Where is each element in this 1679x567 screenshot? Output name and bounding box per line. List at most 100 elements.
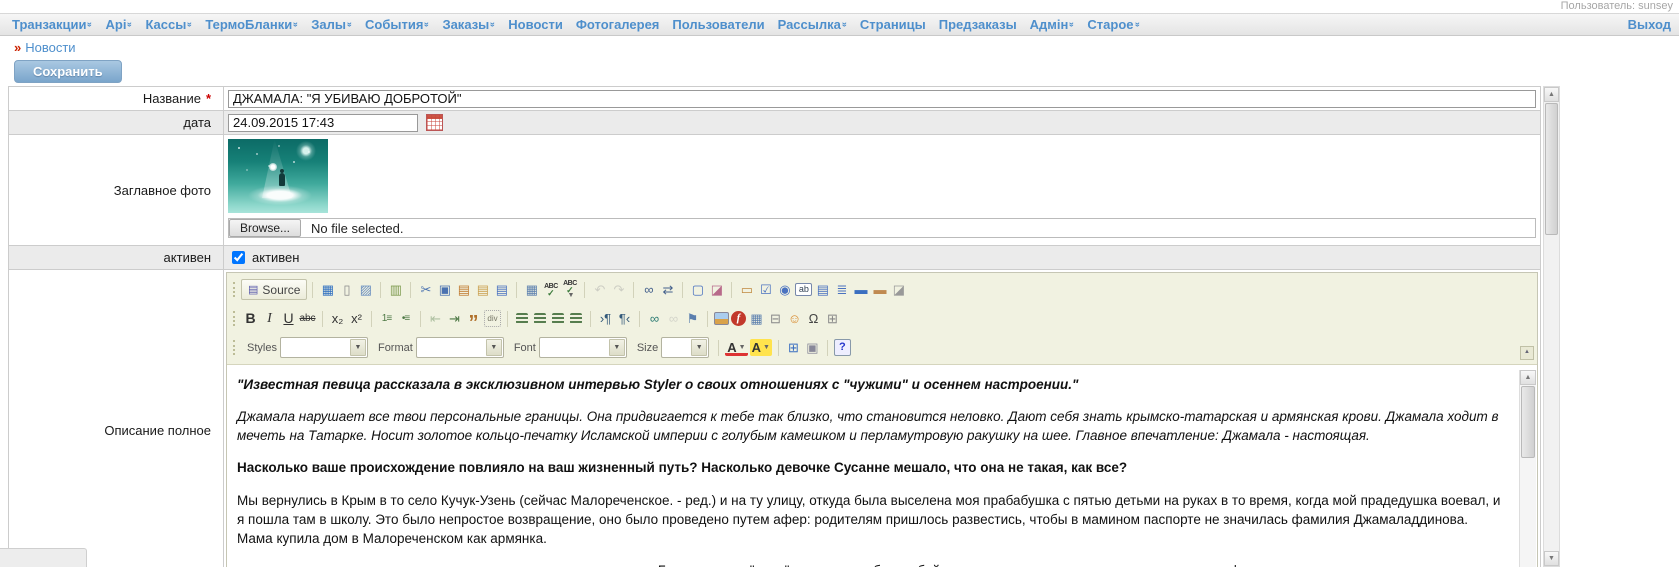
nav-item-4[interactable]: Залы»	[311, 17, 355, 32]
editor-scrollbar[interactable]: ▲	[1519, 370, 1536, 567]
subscript-icon[interactable]: x₂	[329, 310, 346, 327]
strike-icon[interactable]: abc	[299, 310, 316, 327]
photo-row: Заглавное фото Browse... No file selecte…	[9, 135, 1540, 246]
source-button[interactable]: ▤ Source	[241, 279, 308, 300]
preview-icon[interactable]: ▨	[357, 281, 374, 298]
save-button[interactable]: Сохранить	[14, 60, 122, 83]
paste-text-icon[interactable]: ▤	[474, 281, 491, 298]
hidden-field-icon[interactable]: ◪	[890, 281, 907, 298]
align-center-icon[interactable]	[534, 313, 546, 324]
superscript-icon[interactable]: x²	[348, 310, 365, 327]
link-icon[interactable]: ∞	[646, 310, 663, 327]
select-all-icon[interactable]: ▢	[689, 281, 706, 298]
maximize-icon[interactable]: ⊞	[785, 339, 802, 356]
image-button-icon[interactable]: ▬	[871, 281, 888, 298]
remove-format-icon[interactable]: ◪	[708, 281, 725, 298]
paste-icon[interactable]: ▤	[455, 281, 472, 298]
print-icon[interactable]: ▦	[523, 281, 540, 298]
browse-button[interactable]: Browse...	[229, 219, 302, 237]
templates-icon[interactable]: ▥	[387, 281, 404, 298]
about-icon[interactable]: ?	[833, 339, 851, 356]
dropdown-chevron-icon: »	[85, 21, 96, 28]
editor-paragraph: Насколько ваше происхождение повлияло на…	[237, 460, 1128, 476]
rtl-icon[interactable]: ¶‹	[616, 310, 633, 327]
logout-link[interactable]: Выход	[1628, 14, 1671, 35]
scayt-icon[interactable]: ABC ✓ ▼	[561, 280, 578, 299]
cut-icon[interactable]: ✂	[417, 281, 434, 298]
find-icon[interactable]: ∞	[640, 281, 657, 298]
form-table: Название * дата Заглавное фото	[8, 86, 1541, 567]
smiley-icon[interactable]: ☺	[786, 310, 803, 327]
anchor-icon[interactable]: ⚑	[684, 310, 701, 327]
nav-item-2[interactable]: Кассы»	[145, 17, 195, 32]
page-scroll-up-icon[interactable]: ▲	[1544, 87, 1559, 102]
radio-icon[interactable]: ◉	[776, 281, 793, 298]
bold-icon[interactable]: B	[242, 310, 259, 327]
image-icon[interactable]	[714, 312, 729, 325]
underline-icon[interactable]: U	[280, 310, 297, 327]
form-icon[interactable]: ▭	[738, 281, 755, 298]
nav-item-11[interactable]: Страницы	[860, 17, 926, 32]
text-color-icon[interactable]: A ▼	[725, 339, 748, 356]
select-field-icon[interactable]: ≣	[833, 281, 850, 298]
nav-item-12[interactable]: Предзаказы	[939, 17, 1017, 32]
size-select[interactable]: ▼	[661, 337, 710, 358]
save-icon[interactable]: ▦	[319, 281, 336, 298]
page-scroll-down-icon[interactable]: ▼	[1544, 551, 1559, 566]
title-input[interactable]	[228, 89, 1536, 108]
special-char-icon[interactable]: Ω	[805, 310, 822, 327]
page-scrollbar[interactable]: ▲ ▼	[1543, 86, 1560, 567]
no-file-text: No file selected.	[311, 220, 404, 236]
font-select[interactable]: ▼	[538, 337, 627, 358]
nav-item-10[interactable]: Рассылка»	[778, 17, 850, 32]
textarea-icon[interactable]: ▤	[814, 281, 831, 298]
styles-select[interactable]: ▼	[279, 337, 368, 358]
editor-scroll-up-icon[interactable]: ▲	[1520, 370, 1536, 385]
bg-color-icon[interactable]: A ▼	[749, 339, 772, 356]
active-checkbox[interactable]	[232, 251, 245, 264]
show-blocks-icon[interactable]: ▣	[804, 339, 821, 356]
ltr-icon[interactable]: ›¶	[597, 310, 614, 327]
toolbar-collapse-button[interactable]: ▲	[1520, 346, 1534, 360]
nav-item-1[interactable]: Api»	[106, 17, 136, 32]
text-field-icon[interactable]: ab	[795, 283, 813, 296]
nav-item-5[interactable]: События»	[365, 17, 432, 32]
nav-item-13[interactable]: Адмін»	[1030, 17, 1078, 32]
div-icon[interactable]: div	[484, 310, 501, 327]
nav-item-3[interactable]: ТермоБланки»	[205, 17, 301, 32]
nav-item-8[interactable]: Фотогалерея	[576, 17, 660, 32]
file-input: Browse... No file selected.	[228, 218, 1536, 238]
nav-item-7[interactable]: Новости	[508, 17, 563, 32]
align-right-icon[interactable]	[552, 313, 564, 324]
copy-icon[interactable]: ▣	[436, 281, 453, 298]
button-icon[interactable]: ▬	[852, 281, 869, 298]
new-page-icon[interactable]: ▯	[338, 281, 355, 298]
italic-icon[interactable]: I	[261, 310, 278, 327]
align-justify-icon[interactable]	[570, 313, 582, 324]
numbered-list-icon[interactable]: 1≡	[378, 310, 395, 327]
bulleted-list-icon[interactable]: •≡	[397, 310, 414, 327]
nav-item-6[interactable]: Заказы»	[442, 17, 498, 32]
page-scroll-thumb[interactable]	[1545, 103, 1558, 235]
align-left-icon[interactable]	[516, 313, 528, 324]
editor-content[interactable]: "Известная певица рассказала в эксклюзив…	[227, 365, 1537, 567]
format-select[interactable]: ▼	[415, 337, 504, 358]
indent-icon[interactable]: ⇥	[446, 310, 463, 327]
checkbox-icon[interactable]: ☑	[757, 281, 774, 298]
spellcheck-icon[interactable]: ABC ✓	[542, 281, 559, 298]
active-checkbox-label: активен	[252, 250, 300, 265]
nav-item-0[interactable]: Транзакции»	[12, 17, 95, 32]
nav-item-14[interactable]: Старое»	[1087, 17, 1142, 32]
replace-icon[interactable]: ⇄	[659, 281, 676, 298]
blockquote-icon[interactable]: ”	[465, 310, 482, 333]
flash-icon[interactable]: f	[731, 311, 746, 326]
breadcrumb-link[interactable]: Новости	[25, 40, 75, 55]
nav-item-9[interactable]: Пользователи	[672, 17, 764, 32]
editor-scroll-thumb[interactable]	[1521, 386, 1535, 458]
date-input[interactable]	[228, 113, 418, 132]
page-break-icon[interactable]: ⊞	[824, 310, 841, 327]
paste-word-icon[interactable]: ▤	[493, 281, 510, 298]
table-icon[interactable]: ▦	[748, 310, 765, 327]
horizontal-rule-icon[interactable]: ⊟	[767, 310, 784, 327]
calendar-icon[interactable]	[426, 114, 443, 131]
